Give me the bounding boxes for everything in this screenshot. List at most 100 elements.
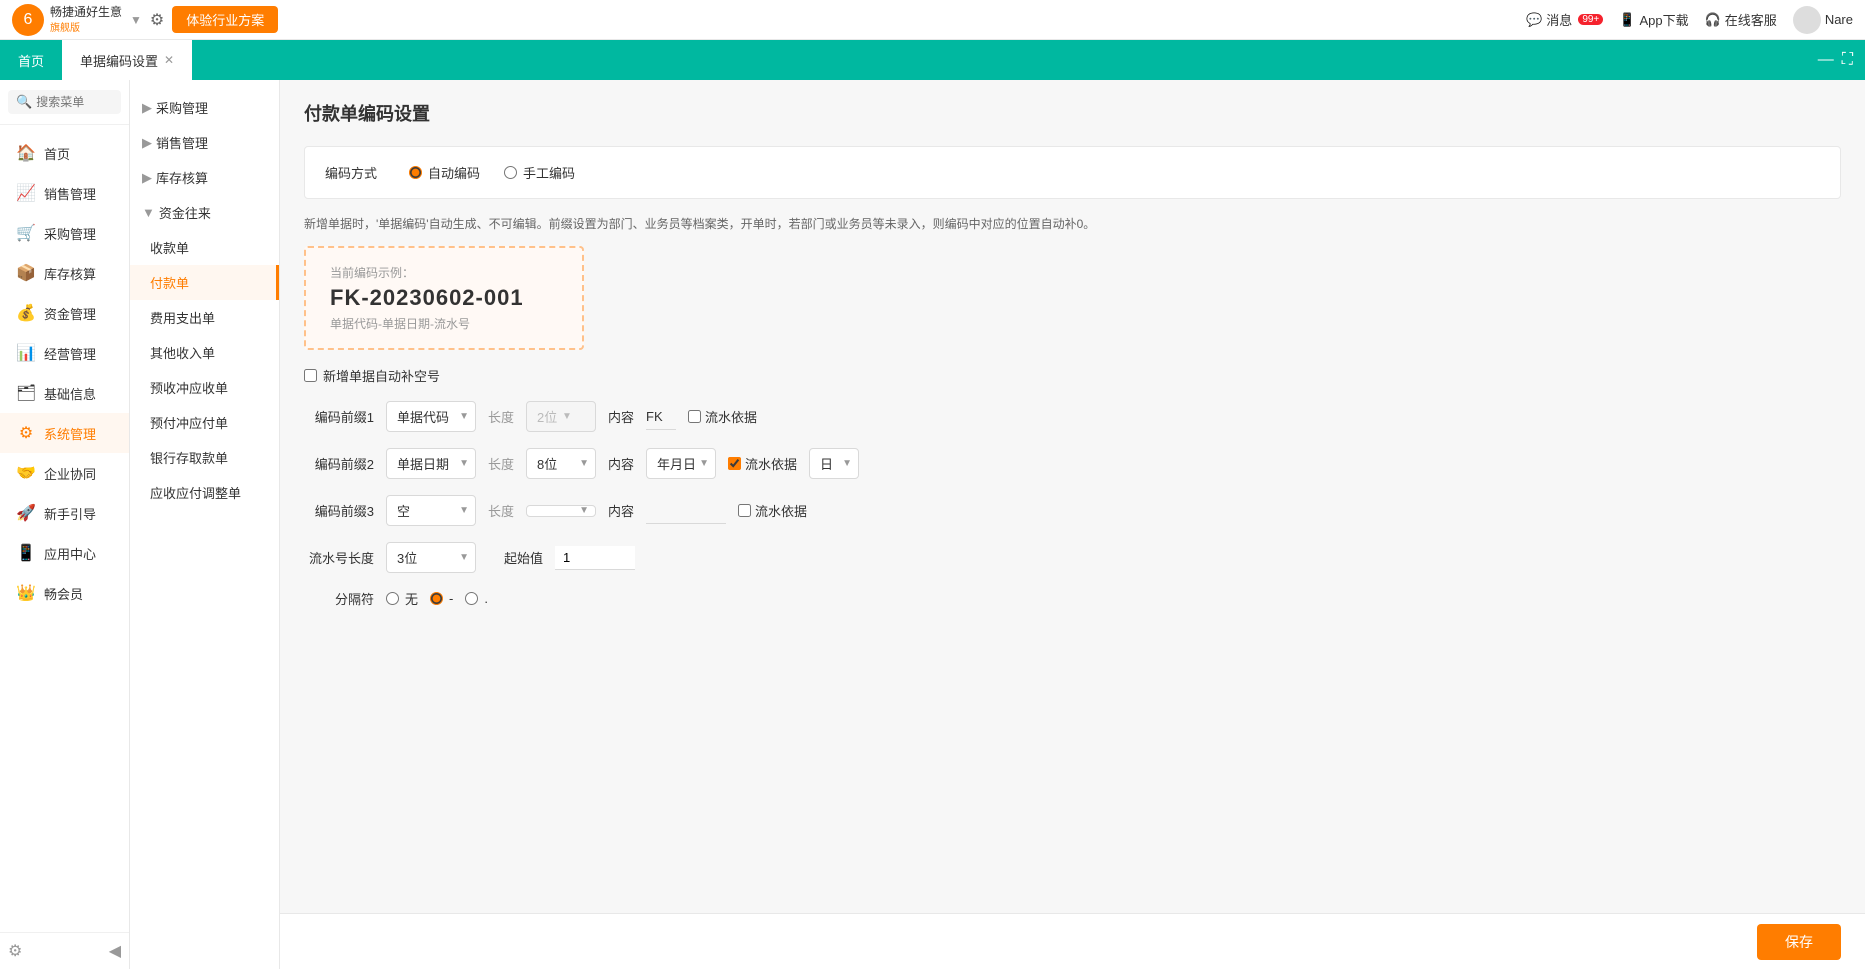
prefix-2-value: 单据日期	[397, 454, 449, 473]
preview-box: 当前编码示例： FK-20230602-001 单据代码-单据日期-流水号	[304, 246, 584, 350]
manual-encode-option[interactable]: 手工编码	[504, 163, 575, 182]
separator-dot-option[interactable]: .	[465, 591, 488, 606]
prefix-2-select[interactable]: 单据日期 ▼	[386, 448, 476, 479]
sidebar-item-sales[interactable]: 📈 销售管理	[0, 173, 129, 213]
prefix-1-select[interactable]: 单据代码 ▼	[386, 401, 476, 432]
search-input[interactable]	[36, 95, 116, 109]
sidebar-collapse-icon[interactable]: ◀	[109, 941, 121, 961]
content-2-select[interactable]: 年月日 ▼	[646, 448, 716, 479]
tab-home[interactable]: 首页	[0, 40, 62, 80]
separator-none-radio[interactable]	[386, 592, 399, 605]
auto-fill-label: 新增单据自动补空号	[323, 366, 440, 385]
auto-encode-radio[interactable]	[409, 166, 422, 179]
sidebar-item-finance[interactable]: 💰 资金管理	[0, 293, 129, 333]
user-area[interactable]: Nare	[1793, 6, 1853, 34]
message-item[interactable]: 💬 消息 99+	[1526, 10, 1603, 29]
app-download-item[interactable]: 📱 App下载	[1619, 10, 1688, 29]
sidebar-item-guide[interactable]: 🚀 新手引导	[0, 493, 129, 533]
nav-maximize-icon[interactable]: ⛶	[1842, 51, 1853, 69]
bottom-bar: 保存	[280, 913, 1865, 969]
sec-arrow-inventory: ▶	[142, 170, 152, 186]
sidebar-item-system[interactable]: ⚙ 系统管理	[0, 413, 129, 453]
sec-arrow-sales: ▶	[142, 135, 152, 151]
sidebar-search-inner[interactable]: 🔍	[8, 90, 121, 114]
stream-checkbox-input-3[interactable]	[738, 504, 751, 517]
length-label-1: 长度	[488, 407, 514, 426]
sec-purchase-section[interactable]: ▶ 采购管理	[130, 90, 279, 125]
stream-unit-select[interactable]: 日 ▼	[809, 448, 859, 479]
prefix-2-arrow-icon: ▼	[459, 458, 469, 469]
tab-close-icon[interactable]: ✕	[164, 53, 174, 67]
sidebar-item-enterprise[interactable]: 🤝 企业协同	[0, 453, 129, 493]
stream-checkbox-1[interactable]: 流水依据	[688, 407, 757, 426]
length-2-select[interactable]: 8位 ▼	[526, 448, 596, 479]
sec-item-expense[interactable]: 费用支出单	[130, 300, 279, 335]
preview-label: 当前编码示例：	[330, 264, 558, 281]
sidebar-settings-icon[interactable]: ⚙	[8, 941, 22, 961]
separator-none-option[interactable]: 无	[386, 589, 418, 608]
start-value-input[interactable]	[555, 546, 635, 570]
auto-encode-option[interactable]: 自动编码	[409, 163, 480, 182]
content-label-3: 内容	[608, 501, 634, 520]
auto-fill-checkbox[interactable]	[304, 369, 317, 382]
length-1-input: 2位 ▼	[526, 401, 596, 432]
sec-inventory-section[interactable]: ▶ 库存核算	[130, 160, 279, 195]
sec-sales-section[interactable]: ▶ 销售管理	[130, 125, 279, 160]
sec-item-other-income[interactable]: 其他收入单	[130, 335, 279, 370]
separator-dot-radio[interactable]	[465, 592, 478, 605]
sidebar-item-home[interactable]: 🏠 首页	[0, 133, 129, 173]
dropdown-arrow-icon[interactable]: ▼	[130, 13, 142, 27]
prefix-1-value: 单据代码	[397, 407, 449, 426]
sec-arrow-finance: ▼	[142, 205, 155, 220]
length-3-select[interactable]: ▼	[526, 505, 596, 517]
brand-sub: 旗舰版	[50, 19, 122, 34]
user-name: Nare	[1825, 12, 1853, 27]
sidebar-item-purchase[interactable]: 🛒 采购管理	[0, 213, 129, 253]
service-item[interactable]: 🎧 在线客服	[1705, 10, 1777, 29]
manual-encode-radio[interactable]	[504, 166, 517, 179]
separator-dash-option[interactable]: -	[430, 591, 453, 606]
info-text: 新增单据时，'单据编码'自动生成、不可编辑。前缀设置为部门、业务员等档案类，开单…	[304, 215, 1841, 234]
sec-item-bank[interactable]: 银行存取款单	[130, 440, 279, 475]
tab-encoding-settings[interactable]: 单据编码设置 ✕	[62, 40, 192, 80]
settings-icon[interactable]: ⚙	[150, 10, 164, 30]
sidebar-item-app-center[interactable]: 📱 应用中心	[0, 533, 129, 573]
separator-none-label: 无	[405, 589, 418, 608]
stream-checkbox-input-2[interactable]	[728, 457, 741, 470]
sec-item-adjust[interactable]: 应收应付调整单	[130, 475, 279, 510]
serial-length-arrow-icon: ▼	[459, 552, 469, 563]
content-label-1: 内容	[608, 407, 634, 426]
enterprise-icon: 🤝	[16, 463, 36, 483]
prefix-3-arrow-icon: ▼	[459, 505, 469, 516]
sidebar-search-area: 🔍	[0, 80, 129, 125]
secondary-sidebar: ▶ 采购管理 ▶ 销售管理 ▶ 库存核算 ▼ 资金往来 收款单 付款单 费用支出…	[130, 80, 280, 969]
stream-unit-arrow-icon: ▼	[842, 458, 852, 469]
sec-item-receipt[interactable]: 收款单	[130, 230, 279, 265]
sidebar-item-inventory[interactable]: 📦 库存核算	[0, 253, 129, 293]
sidebar-item-management[interactable]: 📊 经营管理	[0, 333, 129, 373]
encoding-method-card: 编码方式 自动编码 手工编码	[304, 146, 1841, 199]
sec-item-payment[interactable]: 付款单	[130, 265, 279, 300]
prefix-3-label: 编码前缀3	[304, 501, 374, 520]
stream-checkbox-3[interactable]: 流水依据	[738, 501, 807, 520]
brand-name: 畅捷通好生意	[50, 5, 122, 19]
prefix-3-select[interactable]: 空 ▼	[386, 495, 476, 526]
start-value-label: 起始值	[504, 548, 543, 567]
trial-button[interactable]: 体验行业方案	[172, 6, 278, 33]
save-button[interactable]: 保存	[1757, 924, 1841, 960]
length-3-arrow-icon: ▼	[579, 505, 589, 516]
sec-finance-section[interactable]: ▼ 资金往来	[130, 195, 279, 230]
stream-checkbox-input-1[interactable]	[688, 410, 701, 423]
length-label-3: 长度	[488, 501, 514, 520]
purchase-icon: 🛒	[16, 223, 36, 243]
home-icon: 🏠	[16, 143, 36, 163]
sidebar-item-basic-info[interactable]: 🗂 基础信息	[0, 373, 129, 413]
stream-checkbox-2[interactable]: 流水依据	[728, 454, 797, 473]
auto-fill-checkbox-label[interactable]: 新增单据自动补空号	[304, 366, 1841, 385]
sec-item-pre-payment[interactable]: 预付冲应付单	[130, 405, 279, 440]
sec-item-pre-receipt[interactable]: 预收冲应收单	[130, 370, 279, 405]
separator-dash-radio[interactable]	[430, 592, 443, 605]
sidebar-item-vip[interactable]: 👑 畅会员	[0, 573, 129, 613]
nav-minimize-icon[interactable]: —	[1818, 51, 1834, 69]
serial-length-select[interactable]: 3位 ▼	[386, 542, 476, 573]
